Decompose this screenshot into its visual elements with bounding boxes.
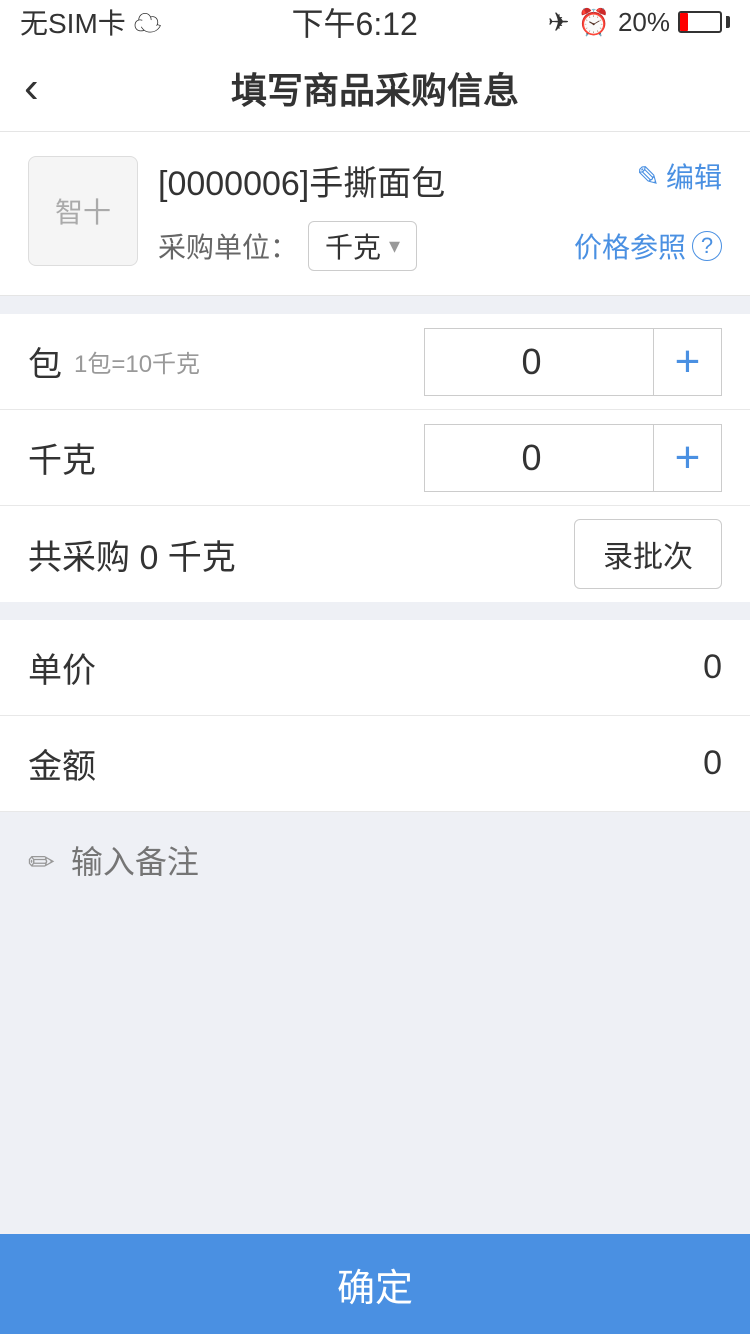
amount-label: 金额 (28, 739, 703, 788)
bao-plus-button[interactable]: + (654, 328, 722, 396)
battery-icon (678, 11, 730, 33)
status-right: ✈ ⏰ 20% (548, 7, 730, 38)
help-icon: ? (692, 231, 722, 261)
unit-price-row: 单价 0 (0, 620, 750, 716)
bao-sub-label: 1包=10千克 (74, 344, 200, 379)
unit-value: 千克 (325, 226, 381, 266)
kg-section: 千克 + (0, 410, 750, 506)
alarm-icon: ⏰ (578, 7, 610, 38)
kg-row: 千克 + (0, 410, 750, 506)
chevron-down-icon: ▾ (389, 233, 400, 259)
product-name-row: [0000006]手撕面包 ✎ 编辑 (158, 156, 722, 205)
page-title: 填写商品采购信息 (231, 62, 519, 114)
total-row: 共采购 0 千克 录批次 (0, 506, 750, 602)
bao-input[interactable] (424, 328, 654, 396)
product-name: [0000006]手撕面包 (158, 156, 445, 205)
section-divider-1 (0, 296, 750, 314)
amount-value: 0 (703, 744, 722, 783)
price-section: 单价 0 金额 0 (0, 620, 750, 812)
nav-bar: ‹ 填写商品采购信息 (0, 44, 750, 132)
status-left: 无SIM卡 ☁ (20, 2, 162, 42)
bao-label: 包 (28, 337, 62, 386)
back-icon: ‹ (24, 63, 39, 113)
unit-row: 采购单位： 千克 ▾ 价格参照 ? (158, 221, 722, 271)
unit-price-label: 单价 (28, 643, 703, 692)
confirm-label: 确定 (337, 1257, 413, 1312)
kg-plus-button[interactable]: + (654, 424, 722, 492)
status-bar: 无SIM卡 ☁ 下午6:12 ✈ ⏰ 20% (0, 0, 750, 44)
remark-section: ✏ (0, 812, 750, 912)
back-button[interactable]: ‹ (24, 63, 39, 113)
product-image: 智十 (28, 156, 138, 266)
product-card: 智十 [0000006]手撕面包 ✎ 编辑 采购单位： 千克 ▾ 价格参照 ? (0, 132, 750, 296)
kg-input-group: + (424, 424, 722, 492)
remark-input[interactable] (71, 844, 722, 881)
bao-input-group: + (424, 328, 722, 396)
batch-button[interactable]: 录批次 (574, 519, 722, 589)
edit-button[interactable]: ✎ 编辑 (637, 156, 722, 196)
total-label: 共采购 0 千克 (28, 530, 574, 579)
section-divider-2 (0, 602, 750, 620)
battery-percent: 20% (618, 7, 670, 38)
amount-row: 金额 0 (0, 716, 750, 812)
kg-input[interactable] (424, 424, 654, 492)
product-info: [0000006]手撕面包 ✎ 编辑 采购单位： 千克 ▾ 价格参照 ? (158, 156, 722, 271)
bao-section: 包 1包=10千克 + (0, 314, 750, 410)
sim-label: 无SIM卡 ☁ (20, 2, 162, 42)
bao-row: 包 1包=10千克 + (0, 314, 750, 410)
confirm-button[interactable]: 确定 (0, 1234, 750, 1334)
unit-price-value: 0 (703, 648, 722, 687)
status-time: 下午6:12 (292, 0, 418, 45)
product-logo: 智十 (55, 191, 111, 231)
price-ref-button[interactable]: 价格参照 ? (574, 226, 722, 266)
kg-label: 千克 (28, 433, 96, 482)
bottom-spacer (0, 912, 750, 1232)
edit-icon: ✎ (637, 160, 660, 193)
pencil-icon: ✏ (28, 843, 55, 881)
unit-select[interactable]: 千克 ▾ (308, 221, 417, 271)
kg-label-group: 千克 (28, 433, 424, 482)
unit-label: 采购单位： (158, 226, 298, 266)
location-icon: ✈ (548, 7, 570, 38)
price-ref-label: 价格参照 (574, 226, 686, 266)
bao-label-group: 包 1包=10千克 (28, 337, 424, 386)
edit-label: 编辑 (666, 156, 722, 196)
total-section: 共采购 0 千克 录批次 (0, 506, 750, 602)
